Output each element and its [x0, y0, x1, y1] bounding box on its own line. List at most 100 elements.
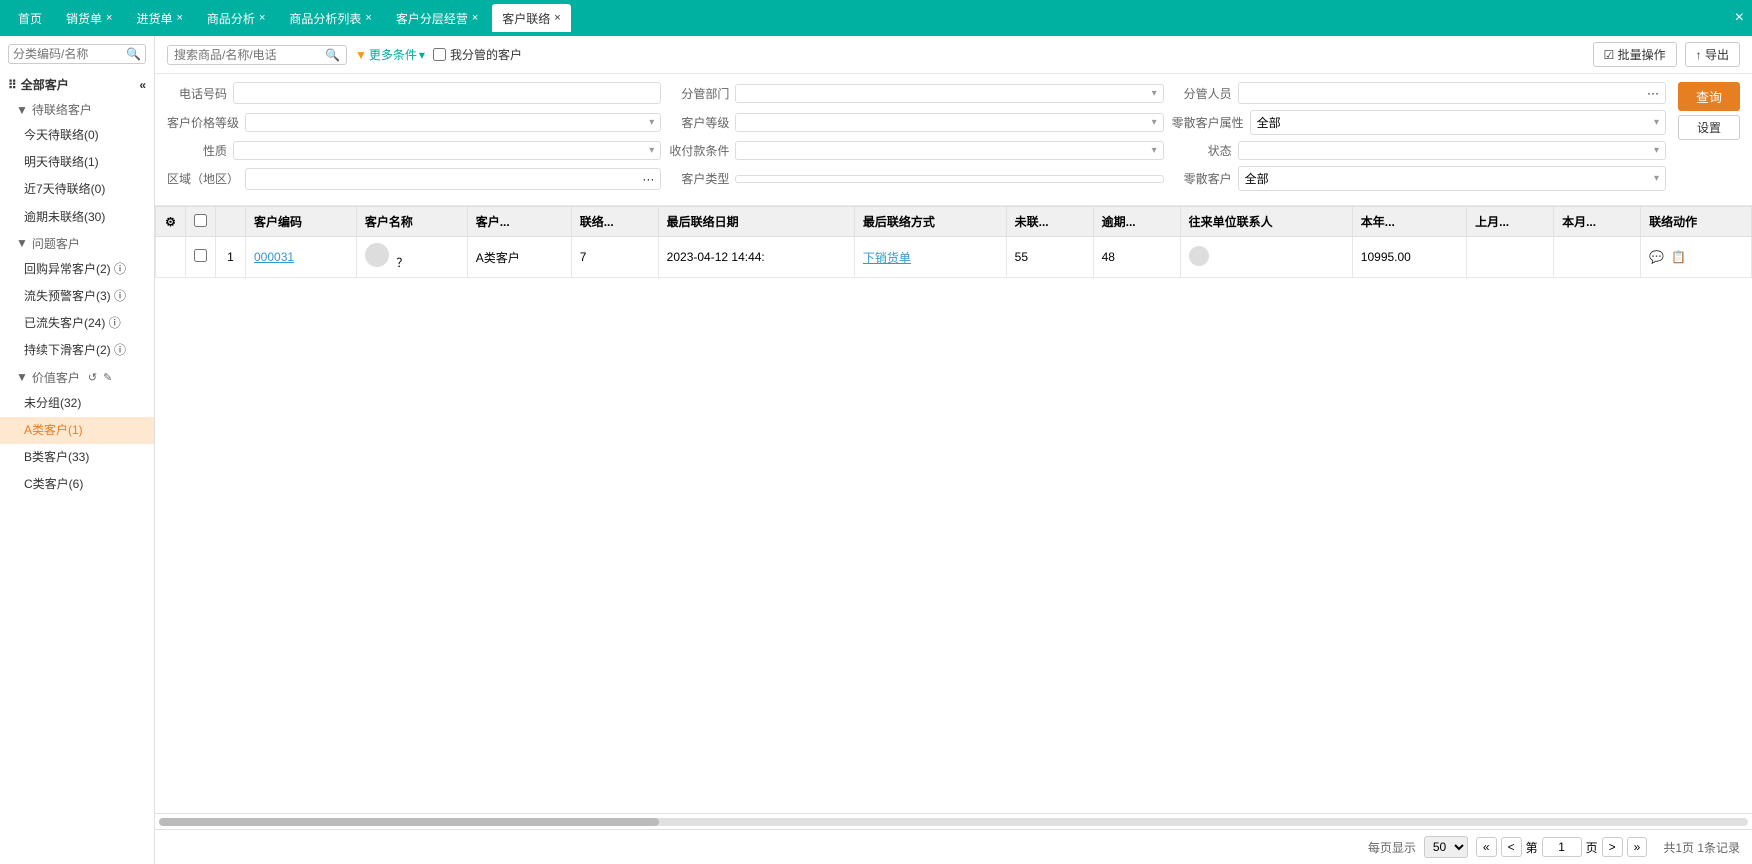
- sidebar-group-problem[interactable]: ▼ 问题客户: [0, 231, 154, 256]
- payment-select[interactable]: ▾: [735, 141, 1163, 160]
- retail-customer-select[interactable]: 全部 ▾: [1238, 166, 1666, 191]
- all-customers-header[interactable]: ⠿ 全部客户 «: [0, 72, 154, 97]
- sidebar-item-class-a[interactable]: A类客户(1): [0, 417, 154, 444]
- filter-status: 状态 ▾: [1172, 141, 1666, 160]
- batch-operation-button[interactable]: ☑ 批量操作: [1593, 42, 1677, 67]
- query-button[interactable]: 查询: [1678, 82, 1740, 111]
- scrollbar-thumb[interactable]: [159, 818, 659, 826]
- close-window-button[interactable]: ×: [1735, 9, 1744, 27]
- sidebar-item-class-b[interactable]: B类客户(33): [0, 444, 154, 471]
- tab-product-analysis-list[interactable]: 商品分析列表 ×: [279, 4, 381, 32]
- customer-type-input[interactable]: [735, 175, 1163, 183]
- edit-icon[interactable]: ✎: [103, 371, 112, 384]
- price-level-select[interactable]: ▾: [245, 113, 661, 132]
- filter-search-input[interactable]: [174, 48, 321, 62]
- sidebar-item-7days-pending[interactable]: 近7天待联络(0): [0, 176, 154, 203]
- col-header-last-month[interactable]: 上月...: [1467, 207, 1554, 237]
- sidebar-item-overdue-contact[interactable]: 逾期未联络(30): [0, 204, 154, 231]
- sidebar-item-tomorrow-pending[interactable]: 明天待联络(1): [0, 149, 154, 176]
- phone-input[interactable]: [233, 82, 661, 104]
- refresh-icon[interactable]: ↺: [88, 371, 97, 384]
- row-name[interactable]: ？: [356, 237, 467, 278]
- info-icon-2: ⓘ: [109, 316, 121, 330]
- status-select[interactable]: ▾: [1238, 141, 1666, 160]
- col-header-action: 联络动作: [1641, 207, 1752, 237]
- nature-select[interactable]: ▾: [233, 141, 661, 160]
- tab-product-analysis[interactable]: 商品分析 ×: [197, 4, 275, 32]
- close-purchase-order[interactable]: ×: [176, 12, 182, 24]
- sidebar-item-continuous-decline[interactable]: 持续下滑客户(2) ⓘ: [0, 337, 154, 364]
- my-customers-checkbox[interactable]: 我分管的客户: [433, 46, 522, 63]
- col-header-code[interactable]: 客户编码: [246, 207, 357, 237]
- select-all-checkbox[interactable]: [194, 214, 207, 227]
- col-header-overdue[interactable]: 逾期...: [1093, 207, 1180, 237]
- retail-attr-select[interactable]: 全部 ▾: [1250, 110, 1666, 135]
- sidebar: 🔍 ⠿ 全部客户 « ▼ 待联络客户 今天待联络(0) 明天待联络(1) 近7天…: [0, 36, 155, 864]
- sidebar-item-today-pending[interactable]: 今天待联络(0): [0, 122, 154, 149]
- tab-customer-segment[interactable]: 客户分层经营 ×: [386, 4, 488, 32]
- next-page-button[interactable]: >: [1602, 837, 1623, 857]
- tab-sales-order[interactable]: 销货单 ×: [56, 4, 122, 32]
- content-area: 🔍 ▼ 更多条件 ▾ 我分管的客户 ☑ 批量操作 ↑ 导出: [155, 36, 1752, 864]
- horizontal-scrollbar[interactable]: [155, 813, 1752, 829]
- close-customer-contact[interactable]: ×: [554, 12, 560, 24]
- row-select-checkbox[interactable]: [194, 249, 207, 262]
- tab-purchase-order[interactable]: 进货单 ×: [126, 4, 192, 32]
- col-header-contact[interactable]: 联络...: [571, 207, 658, 237]
- filter-customer-level: 客户等级 ▾: [669, 113, 1163, 132]
- dept-select[interactable]: ▾: [735, 84, 1163, 103]
- sidebar-item-churned[interactable]: 已流失客户(24) ⓘ: [0, 310, 154, 337]
- export-button[interactable]: ↑ 导出: [1685, 42, 1740, 67]
- col-header-type[interactable]: 客户...: [467, 207, 571, 237]
- phone-text-input[interactable]: [240, 86, 654, 100]
- page-size-select[interactable]: 50: [1424, 836, 1468, 858]
- row-last-method[interactable]: 下销货单: [854, 237, 1006, 278]
- col-header-name[interactable]: 客户名称: [356, 207, 467, 237]
- col-header-no-contact[interactable]: 未联...: [1006, 207, 1093, 237]
- filter-search-box[interactable]: 🔍: [167, 45, 347, 65]
- customer-level-select[interactable]: ▾: [735, 113, 1163, 132]
- manager-input[interactable]: ···: [1238, 82, 1666, 104]
- sidebar-item-unclassified[interactable]: 未分组(32): [0, 390, 154, 417]
- col-header-company-contact[interactable]: 往来单位联系人: [1180, 207, 1352, 237]
- col-header-this-month[interactable]: 本月...: [1554, 207, 1641, 237]
- dept-label: 分管部门: [669, 85, 729, 102]
- close-product-analysis-list[interactable]: ×: [365, 12, 371, 24]
- close-customer-segment[interactable]: ×: [472, 12, 478, 24]
- tab-customer-contact[interactable]: 客户联络 ×: [492, 4, 570, 32]
- row-code[interactable]: 000031: [246, 237, 357, 278]
- prev-page-button[interactable]: <: [1501, 837, 1522, 857]
- sidebar-search-input[interactable]: [13, 47, 126, 61]
- my-customers-check[interactable]: [433, 48, 446, 61]
- chat-action-icon[interactable]: 💬: [1649, 250, 1664, 264]
- col-header-last-method[interactable]: 最后联络方式: [854, 207, 1006, 237]
- col-header-last-date[interactable]: 最后联络日期: [658, 207, 854, 237]
- sidebar-item-churn-warning[interactable]: 流失预警客户(3) ⓘ: [0, 283, 154, 310]
- col-header-this-year[interactable]: 本年...: [1352, 207, 1466, 237]
- sidebar-search-box[interactable]: 🔍: [8, 44, 146, 64]
- sidebar-group-pending[interactable]: ▼ 待联络客户: [0, 97, 154, 122]
- row-checkbox[interactable]: [186, 237, 216, 278]
- region-input[interactable]: ···: [245, 168, 661, 190]
- page-number-input[interactable]: [1542, 837, 1582, 857]
- task-action-icon[interactable]: 📋: [1671, 250, 1686, 264]
- retail-attr-label: 零散客户属性: [1172, 114, 1244, 131]
- sidebar-item-repurchase-abnormal[interactable]: 回购异常客户(2) ⓘ: [0, 256, 154, 283]
- collapse-icon[interactable]: «: [139, 78, 146, 92]
- settings-button[interactable]: 设置: [1678, 115, 1740, 140]
- tab-home[interactable]: 首页: [8, 4, 52, 32]
- filter-buttons: 查询 设置: [1678, 82, 1740, 197]
- col-header-checkbox[interactable]: [186, 207, 216, 237]
- close-sales-order[interactable]: ×: [106, 12, 112, 24]
- last-page-button[interactable]: »: [1627, 837, 1648, 857]
- filter-row-4: 区域（地区） ··· 客户类型: [167, 166, 1666, 191]
- sidebar-item-class-c[interactable]: C类客户(6): [0, 471, 154, 498]
- first-page-button[interactable]: «: [1476, 837, 1497, 857]
- info-icon-1: ⓘ: [114, 289, 126, 303]
- more-conditions-button[interactable]: ▼ 更多条件 ▾: [355, 46, 425, 63]
- sidebar-search-icon: 🔍: [126, 47, 141, 61]
- close-product-analysis[interactable]: ×: [259, 12, 265, 24]
- filter-region: 区域（地区） ···: [167, 168, 661, 190]
- sidebar-group-value[interactable]: ▼ 价值客户 ↺ ✎: [0, 365, 154, 390]
- col-header-settings[interactable]: ⚙: [156, 207, 186, 237]
